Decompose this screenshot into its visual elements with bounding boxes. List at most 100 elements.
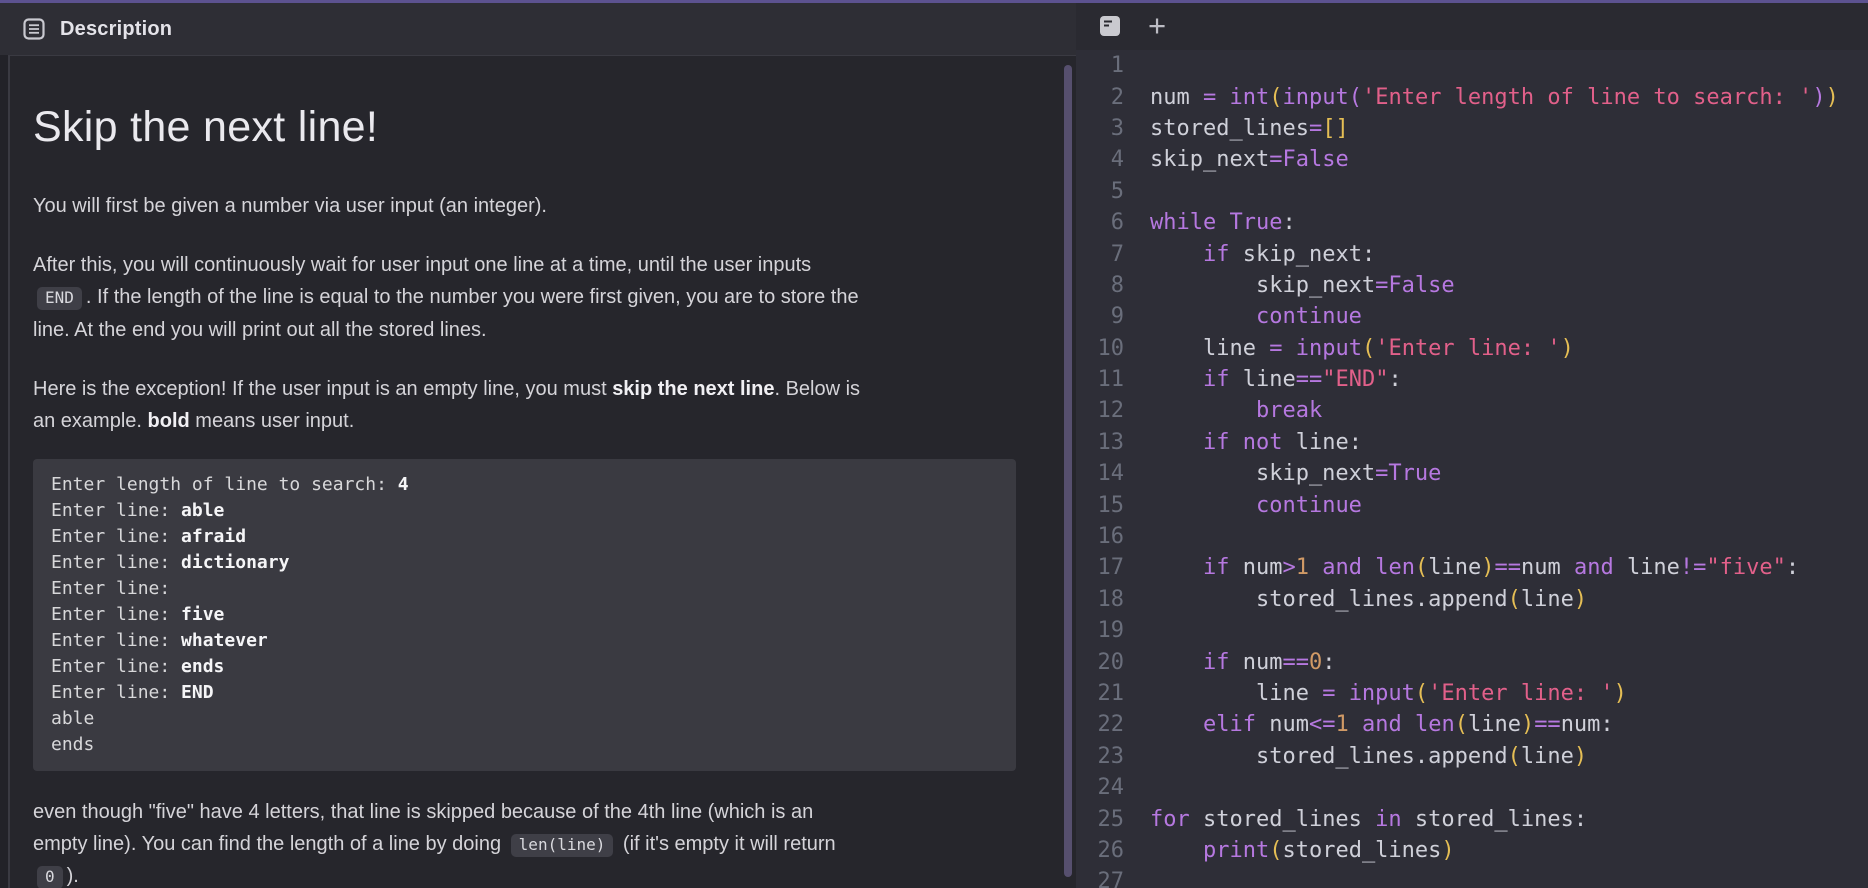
- description-scrollbar[interactable]: [1064, 65, 1072, 877]
- paragraph-line: Enter length of line to search: 4: [51, 472, 998, 498]
- file-icon: [1169, 19, 1187, 41]
- text-run: Here is the exception! If the user input…: [33, 378, 613, 401]
- code-line: 21 line = input('Enter line: '): [1076, 678, 1868, 709]
- code-line: 14 skip_next=True: [1076, 458, 1868, 489]
- code-line: 5: [1076, 176, 1868, 207]
- code-text: if num==0:: [1202, 649, 1336, 675]
- text-run: (if it's empty it will return: [617, 833, 836, 856]
- bold-text: ends: [181, 656, 225, 678]
- text-run: Enter line:: [51, 526, 182, 548]
- paragraph-line: You will first be given a number via use…: [33, 190, 1016, 222]
- code-text: if not line:: [1202, 429, 1362, 455]
- inline-code: END: [37, 287, 82, 311]
- line-number: 8: [1110, 272, 1124, 298]
- paragraph-line: able: [51, 706, 998, 732]
- line-number: 3: [1110, 115, 1124, 141]
- bold-text: bold: [147, 410, 190, 433]
- line-number: 18: [1097, 586, 1125, 612]
- code-text: while True:: [1150, 210, 1296, 236]
- paragraph-line: ends: [51, 732, 998, 758]
- code-line: 23 stored_lines.append(line): [1076, 741, 1868, 772]
- line-number: 17: [1097, 555, 1125, 581]
- code-text: line = input('Enter line: '): [1150, 335, 1574, 361]
- code-text: elif num<=1 and len(line)==num:: [1202, 712, 1614, 738]
- text-run: Enter line:: [51, 630, 182, 652]
- line-number: 22: [1097, 712, 1125, 738]
- paragraph: After this, you will continuously wait f…: [33, 249, 1016, 346]
- line-number: 16: [1097, 524, 1125, 550]
- code-line: 16: [1076, 521, 1868, 552]
- text-run: Enter length of line to search:: [51, 474, 398, 496]
- text-run: Enter line:: [51, 500, 182, 522]
- bold-text: afraid: [181, 526, 247, 548]
- bold-text: 4: [397, 474, 409, 496]
- code-line: 4 skip_next=False: [1076, 144, 1868, 175]
- tab-label: extract.py: [1202, 19, 1281, 39]
- text-run: even though "five" have 4 letters, that …: [33, 801, 814, 824]
- code-text: skip_next=True: [1150, 461, 1442, 487]
- line-number: 10: [1097, 335, 1125, 361]
- line-number: 24: [1097, 775, 1125, 801]
- line-number: 15: [1097, 492, 1125, 518]
- paragraph-line: After this, you will continuously wait f…: [33, 249, 1016, 281]
- paragraph-line: even though "five" have 4 letters, that …: [33, 797, 1016, 829]
- bold-text: able: [181, 500, 225, 522]
- text-run: You will first be given a number via use…: [33, 195, 547, 218]
- code-editor[interactable]: 1 2 num = int(input('Enter length of line …: [1076, 50, 1868, 888]
- code-text: if line=="END":: [1202, 367, 1402, 393]
- code-line: 11 if line=="END":: [1076, 364, 1868, 395]
- code-text: for stored_lines in stored_lines:: [1150, 806, 1588, 832]
- line-number: 2: [1110, 84, 1124, 110]
- paragraph-line: Enter line:: [51, 576, 998, 602]
- paragraph-line: Enter line: able: [51, 498, 998, 524]
- code-text: num = int(input('Enter length of line to…: [1150, 84, 1839, 110]
- new-tab-button[interactable]: +: [1148, 7, 1166, 45]
- code-line: 12 break: [1076, 395, 1868, 426]
- code-line: 10 line = input('Enter line: '): [1076, 333, 1868, 364]
- paragraph-line: Enter line: whatever: [51, 628, 998, 654]
- line-number: 19: [1097, 618, 1125, 644]
- code-line: 2 num = int(input('Enter length of line t…: [1076, 81, 1868, 112]
- line-number: 12: [1097, 398, 1125, 424]
- code-text: continue: [1255, 492, 1362, 518]
- text-run: After this, you will continuously wait f…: [33, 254, 812, 277]
- paragraph-line: empty line). You can find the length of …: [33, 829, 1016, 861]
- editor-panel: + extract.py wordlak.txt 1 2 num = int(i…: [1076, 3, 1868, 888]
- bold-text: five: [181, 604, 225, 626]
- line-number: 6: [1110, 210, 1124, 236]
- bold-text: END: [181, 682, 214, 704]
- description-icon: [22, 17, 46, 41]
- line-number: 4: [1110, 147, 1124, 173]
- code-text: if num>1 and len(line)==num and line!="f…: [1202, 555, 1800, 581]
- code-text: continue: [1255, 304, 1362, 330]
- tab-label: wordlak.txt: [1198, 19, 1285, 39]
- line-number: 23: [1097, 743, 1125, 769]
- code-text: if skip_next:: [1202, 241, 1376, 267]
- problem-paragraphs: You will first be given a number via use…: [33, 190, 1016, 437]
- paragraph-line: Enter line: dictionary: [51, 550, 998, 576]
- line-number: 1: [1110, 53, 1124, 79]
- code-line: 15 continue: [1076, 489, 1868, 520]
- paragraph-line: Enter line: afraid: [51, 524, 998, 550]
- line-number: 11: [1097, 367, 1125, 393]
- bold-text: dictionary: [181, 552, 290, 574]
- description-header: Description: [0, 3, 1076, 56]
- code-line: 17 if num>1 and len(line)==num and line!…: [1076, 552, 1868, 583]
- paragraph-line: END. If the length of the line is equal …: [33, 281, 1016, 314]
- text-run: . Below is: [774, 378, 861, 401]
- text-run: means user input.: [189, 410, 355, 433]
- code-text: stored_lines=[]: [1150, 115, 1349, 141]
- text-run: Enter line:: [51, 578, 171, 600]
- inline-code: len(line): [510, 834, 614, 858]
- line-number: 9: [1110, 304, 1124, 330]
- code-line: 13 if not line:: [1076, 427, 1868, 458]
- code-line: 9 continue: [1076, 301, 1868, 332]
- files-icon[interactable]: [1098, 14, 1122, 38]
- closing-paragraph: even though "five" have 4 letters, that …: [33, 797, 1016, 888]
- text-run: empty line). You can find the length of …: [33, 833, 507, 856]
- text-run: able: [51, 708, 95, 730]
- bold-text: whatever: [181, 630, 268, 652]
- python-icon: [1169, 19, 1191, 41]
- app-window: Description Skip the next line! You will…: [0, 0, 1868, 888]
- code-line: 24: [1076, 772, 1868, 803]
